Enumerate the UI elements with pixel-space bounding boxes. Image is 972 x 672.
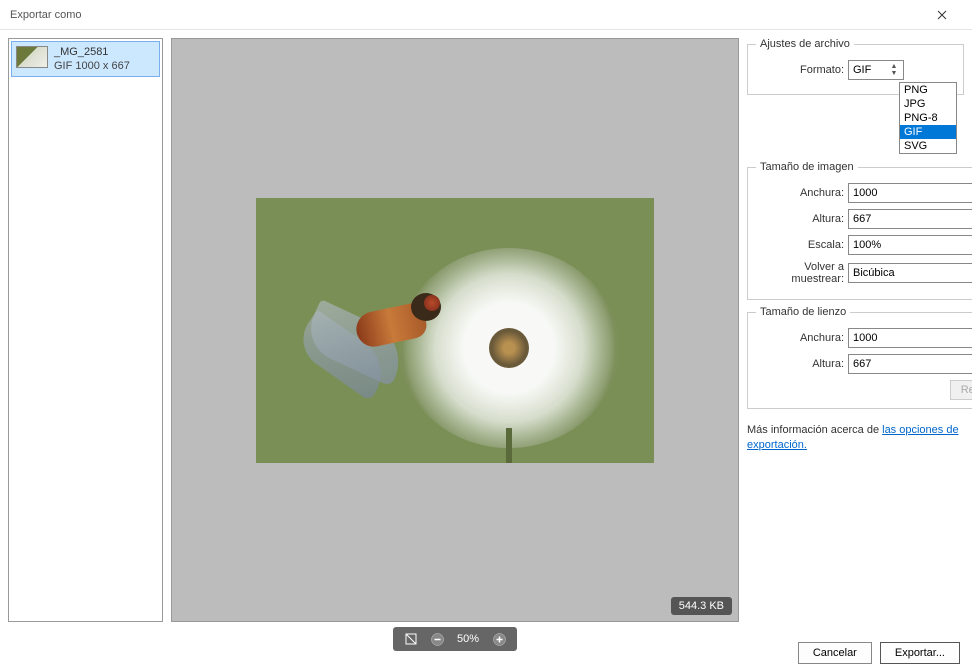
thumb-format-dims: GIF 1000 x 667: [54, 60, 130, 72]
cancel-button[interactable]: Cancelar: [798, 642, 872, 664]
preview-image: [256, 198, 654, 463]
file-settings-legend: Ajustes de archivo: [756, 38, 854, 50]
resample-label: Volver a muestrear:: [756, 261, 844, 285]
canvas-width-input[interactable]: [848, 328, 972, 348]
format-label: Formato:: [756, 64, 844, 76]
img-width-input[interactable]: [848, 183, 972, 203]
canvas-height-label: Altura:: [756, 358, 844, 370]
thumbnail-info: _MG_2581 GIF 1000 x 667: [54, 46, 130, 72]
zoom-percent: 50%: [455, 633, 481, 645]
canvas-width-label: Anchura:: [756, 332, 844, 344]
filmstrip: _MG_2581 GIF 1000 x 667: [8, 38, 163, 622]
img-height-label: Altura:: [756, 213, 844, 225]
preview-canvas[interactable]: 544.3 KB 50%: [171, 38, 739, 622]
canvas-size-legend: Tamaño de lienzo: [756, 306, 850, 318]
img-width-label: Anchura:: [756, 187, 844, 199]
restore-button: Restaurar: [950, 380, 972, 400]
format-select[interactable]: GIF ▲▼: [848, 60, 904, 80]
thumb-filename: _MG_2581: [54, 46, 130, 58]
format-option-jpg[interactable]: JPG: [900, 97, 956, 111]
canvas-size-group: Tamaño de lienzo Anchura: px Altura: px …: [747, 306, 972, 409]
preview-container: 544.3 KB 50%: [171, 38, 739, 622]
format-option-png8[interactable]: PNG-8: [900, 111, 956, 125]
zoom-in-button[interactable]: [491, 631, 507, 647]
format-dropdown[interactable]: PNG JPG PNG-8 GIF SVG: [899, 82, 957, 154]
img-height-input[interactable]: [848, 209, 972, 229]
format-option-png[interactable]: PNG: [900, 83, 956, 97]
crop-icon[interactable]: [403, 631, 419, 647]
format-option-gif[interactable]: GIF: [900, 125, 956, 139]
resample-select[interactable]: Bicúbica ▲▼: [848, 263, 972, 283]
export-button[interactable]: Exportar...: [880, 642, 960, 664]
format-option-svg[interactable]: SVG: [900, 139, 956, 153]
scale-input[interactable]: [848, 235, 972, 255]
zoom-toolbar: 50%: [393, 627, 517, 651]
image-size-legend: Tamaño de imagen: [756, 161, 858, 173]
close-button[interactable]: [922, 0, 962, 30]
titlebar: Exportar como: [0, 0, 972, 30]
resample-value: Bicúbica: [853, 267, 895, 279]
zoom-out-button[interactable]: [429, 631, 445, 647]
main-area: _MG_2581 GIF 1000 x 667 544.3 KB: [0, 30, 972, 630]
filmstrip-item[interactable]: _MG_2581 GIF 1000 x 667: [11, 41, 160, 77]
scale-label: Escala:: [756, 239, 844, 251]
help-text: Más información acerca de las opciones d…: [747, 423, 964, 454]
footer: Cancelar Exportar...: [798, 642, 960, 664]
filesize-badge: 544.3 KB: [671, 597, 732, 615]
image-size-group: Tamaño de imagen Anchura: px Altura: px …: [747, 161, 972, 300]
format-value: GIF: [853, 64, 871, 76]
canvas-height-input[interactable]: [848, 354, 972, 374]
chevron-updown-icon: ▲▼: [887, 61, 901, 79]
thumbnail: [16, 46, 48, 68]
window-title: Exportar como: [10, 9, 922, 21]
settings-panel: Ajustes de archivo Formato: GIF ▲▼ PNG J…: [747, 38, 964, 622]
